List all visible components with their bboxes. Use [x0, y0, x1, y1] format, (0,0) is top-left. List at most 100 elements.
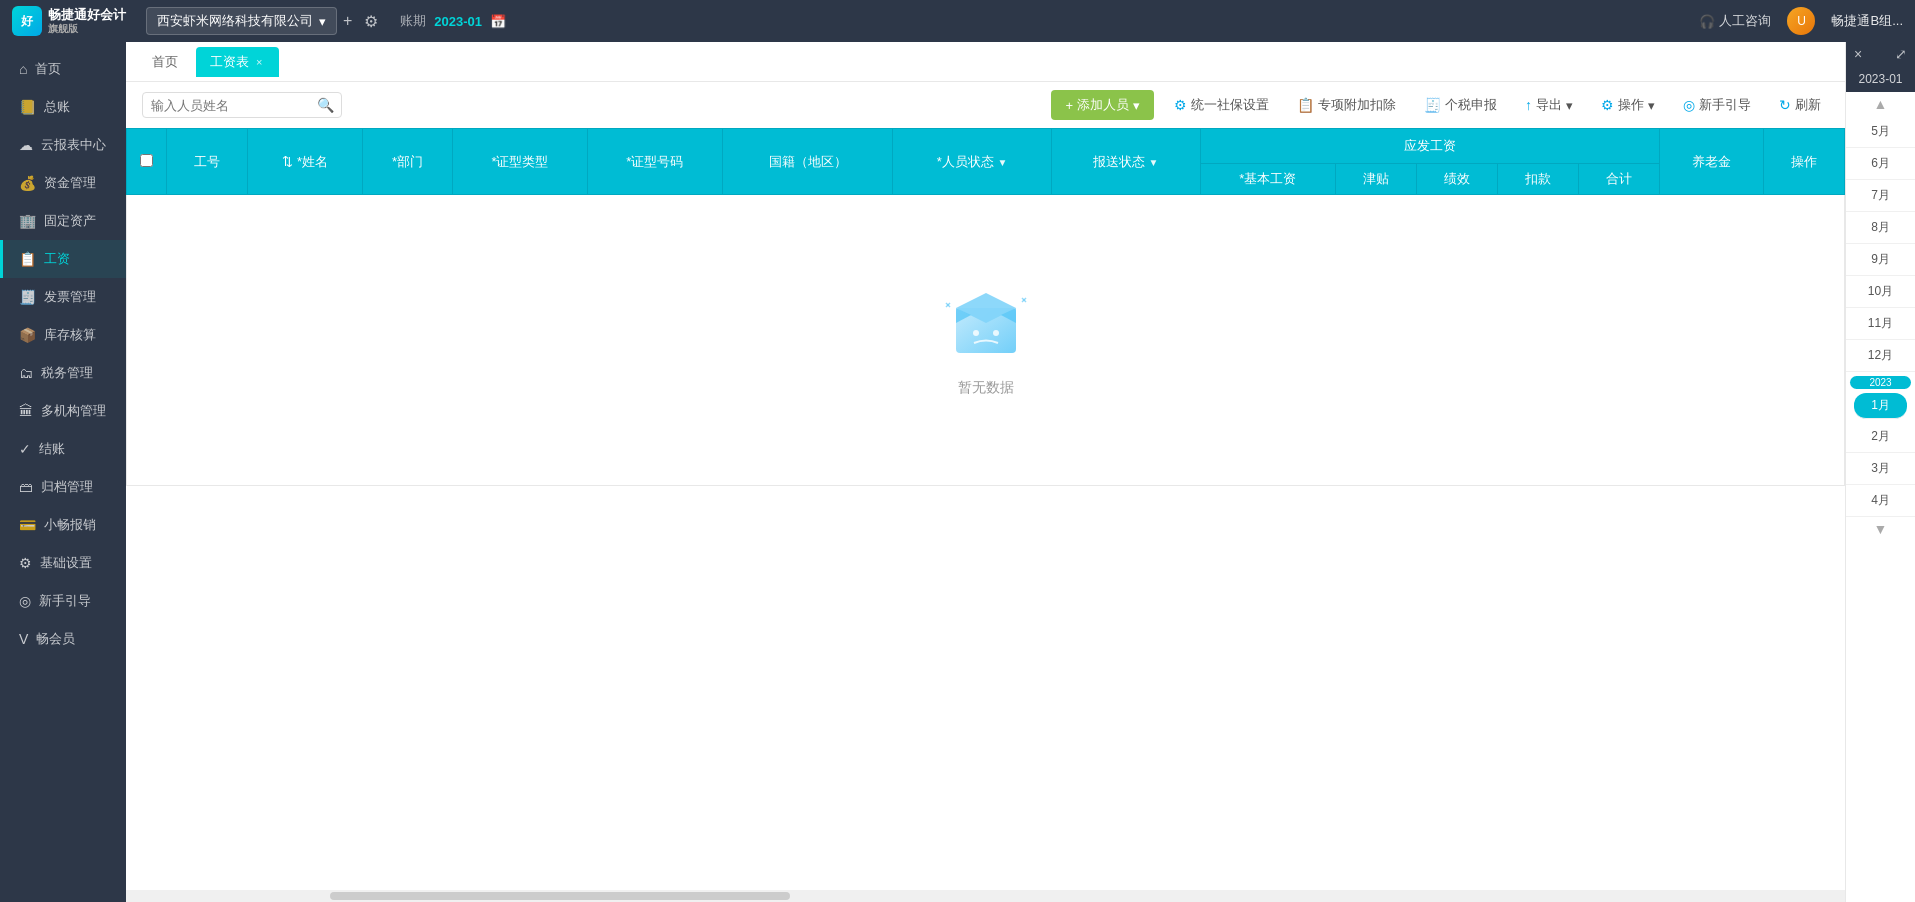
sidebar-item-ledger[interactable]: 📒 总账	[0, 88, 126, 126]
deduct-label: 专项附加扣除	[1318, 96, 1396, 114]
sidebar-item-multi-org[interactable]: 🏛 多机构管理	[0, 392, 126, 430]
th-wage-group: 应发工资	[1200, 129, 1659, 164]
sidebar: ⌂ 首页 📒 总账 ☁ 云报表中心 💰 资金管理 🏢 固定资产 📋 工资 🧾 发…	[0, 42, 126, 902]
sidebar-item-label: 云报表中心	[41, 136, 106, 154]
add-company-btn[interactable]: +	[337, 8, 358, 34]
sidebar-item-tax[interactable]: 🗂 税务管理	[0, 354, 126, 392]
social-security-btn[interactable]: ⚙ 统一社保设置	[1166, 92, 1277, 118]
sidebar-item-closing[interactable]: ✓ 结账	[0, 430, 126, 468]
sidebar-item-salary[interactable]: 📋 工资	[0, 240, 126, 278]
personal-tax-btn[interactable]: 🧾 个税申报	[1416, 92, 1505, 118]
operations-dropdown-icon: ▾	[1648, 98, 1655, 113]
content-area: 首页 工资表 × 🔍 + 添加人员 ▾ ⚙ 统一社保设置	[126, 42, 1845, 902]
sidebar-item-label: 畅会员	[36, 630, 75, 648]
sidebar-item-label: 结账	[39, 440, 65, 458]
sidebar-item-label: 新手引导	[39, 592, 91, 610]
scroll-bar-area[interactable]	[126, 890, 1845, 902]
month-item-2022-05[interactable]: 5月	[1846, 116, 1915, 148]
th-checkbox[interactable]	[127, 129, 167, 195]
th-total: 合计	[1579, 164, 1660, 195]
status-filter-icon: ▼	[997, 157, 1007, 168]
sidebar-item-expense[interactable]: 💳 小畅报销	[0, 506, 126, 544]
panel-max-btn[interactable]: ⤢	[1895, 46, 1907, 62]
sidebar-item-settings[interactable]: ⚙ 基础设置	[0, 544, 126, 582]
export-dropdown-icon: ▾	[1566, 98, 1573, 113]
tax-action-icon: 🧾	[1424, 97, 1441, 113]
sidebar-item-label: 小畅报销	[44, 516, 96, 534]
calendar-icon[interactable]: 📅	[490, 14, 506, 29]
empty-row: 暂无数据	[127, 195, 1845, 486]
inventory-icon: 📦	[19, 327, 36, 343]
month-item-2022-08[interactable]: 8月	[1846, 212, 1915, 244]
add-dropdown-icon: ▾	[1133, 98, 1140, 113]
tab-home[interactable]: 首页	[138, 47, 192, 77]
sidebar-item-label: 发票管理	[44, 288, 96, 306]
th-cert-no: *证型号码	[587, 129, 722, 195]
panel-up-btn[interactable]: ▲	[1846, 92, 1915, 116]
month-item-2022-12[interactable]: 12月	[1846, 340, 1915, 372]
table-header-row: 工号 ⇅ *姓名 *部门 *证型类型 *证型号码 国籍（地区） *人员状态 ▼ …	[127, 129, 1845, 164]
special-deduct-btn[interactable]: 📋 专项附加扣除	[1289, 92, 1404, 118]
month-item-2022-06[interactable]: 6月	[1846, 148, 1915, 180]
select-all-checkbox[interactable]	[140, 154, 153, 167]
sidebar-item-inventory[interactable]: 📦 库存核算	[0, 316, 126, 354]
sidebar-item-guide[interactable]: ◎ 新手引导	[0, 582, 126, 620]
salary-icon: 📋	[19, 251, 36, 267]
sidebar-item-invoice[interactable]: 🧾 发票管理	[0, 278, 126, 316]
operations-btn[interactable]: ⚙ 操作 ▾	[1593, 92, 1663, 118]
tab-bar: 首页 工资表 ×	[126, 42, 1845, 82]
app-logo-icon: 好	[12, 6, 42, 36]
month-item-2022-09[interactable]: 9月	[1846, 244, 1915, 276]
sidebar-item-archive[interactable]: 🗃 归档管理	[0, 468, 126, 506]
sidebar-item-fixed-assets[interactable]: 🏢 固定资产	[0, 202, 126, 240]
social-icon: ⚙	[1174, 97, 1187, 113]
search-input[interactable]	[151, 98, 311, 113]
export-btn[interactable]: ↑ 导出 ▾	[1517, 92, 1581, 118]
search-wrap: 🔍	[142, 92, 342, 118]
month-item-2023-01[interactable]: 1月	[1854, 393, 1907, 419]
sidebar-item-label: 多机构管理	[41, 402, 106, 420]
add-person-button[interactable]: + 添加人员 ▾	[1051, 90, 1154, 120]
refresh-btn[interactable]: ↻ 刷新	[1771, 92, 1829, 118]
sidebar-item-label: 资金管理	[44, 174, 96, 192]
expense-icon: 💳	[19, 517, 36, 533]
th-report-status[interactable]: 报送状态 ▼	[1051, 129, 1200, 195]
sidebar-item-home[interactable]: ⌂ 首页	[0, 50, 126, 88]
guide-btn[interactable]: ◎ 新手引导	[1675, 92, 1759, 118]
panel-close-btn[interactable]: ×	[1854, 46, 1862, 62]
th-deduct: 扣款	[1497, 164, 1578, 195]
company-selector[interactable]: 西安虾米网络科技有限公司 ▾	[146, 7, 337, 35]
th-pension: 养老金	[1660, 129, 1764, 195]
sidebar-item-label: 工资	[44, 250, 70, 268]
month-item-2022-11[interactable]: 11月	[1846, 308, 1915, 340]
th-allowance: 津贴	[1335, 164, 1416, 195]
period-value: 2023-01	[434, 14, 482, 29]
logo-area: 好 畅捷通好会计 旗舰版	[12, 6, 126, 36]
month-item-2022-10[interactable]: 10月	[1846, 276, 1915, 308]
sidebar-item-member[interactable]: V 畅会员	[0, 620, 126, 658]
tab-home-label: 首页	[152, 53, 178, 71]
member-icon: V	[19, 631, 28, 647]
settings-icon[interactable]: ⚙	[358, 8, 384, 35]
th-cert-type: *证型类型	[453, 129, 588, 195]
th-name[interactable]: ⇅ *姓名	[248, 129, 363, 195]
month-item-2022-07[interactable]: 7月	[1846, 180, 1915, 212]
month-item-2023-02[interactable]: 2月	[1846, 421, 1915, 453]
search-icon: 🔍	[317, 97, 334, 113]
period-area: 账期 2023-01 📅	[400, 12, 506, 30]
sidebar-item-cloud-report[interactable]: ☁ 云报表中心	[0, 126, 126, 164]
refresh-label: 刷新	[1795, 96, 1821, 114]
scroll-thumb[interactable]	[330, 892, 790, 900]
month-item-2023-03[interactable]: 3月	[1846, 453, 1915, 485]
export-icon: ↑	[1525, 97, 1532, 113]
month-item-2023-04[interactable]: 4月	[1846, 485, 1915, 517]
panel-down-btn[interactable]: ▼	[1846, 517, 1915, 541]
service-btn[interactable]: 🎧 人工咨询	[1699, 12, 1771, 30]
tab-salary[interactable]: 工资表 ×	[196, 47, 279, 77]
tab-salary-label: 工资表	[210, 53, 249, 71]
tab-salary-close[interactable]: ×	[253, 55, 265, 69]
th-status[interactable]: *人员状态 ▼	[893, 129, 1051, 195]
cloud-icon: ☁	[19, 137, 33, 153]
sidebar-item-fund[interactable]: 💰 资金管理	[0, 164, 126, 202]
deduct-icon: 📋	[1297, 97, 1314, 113]
